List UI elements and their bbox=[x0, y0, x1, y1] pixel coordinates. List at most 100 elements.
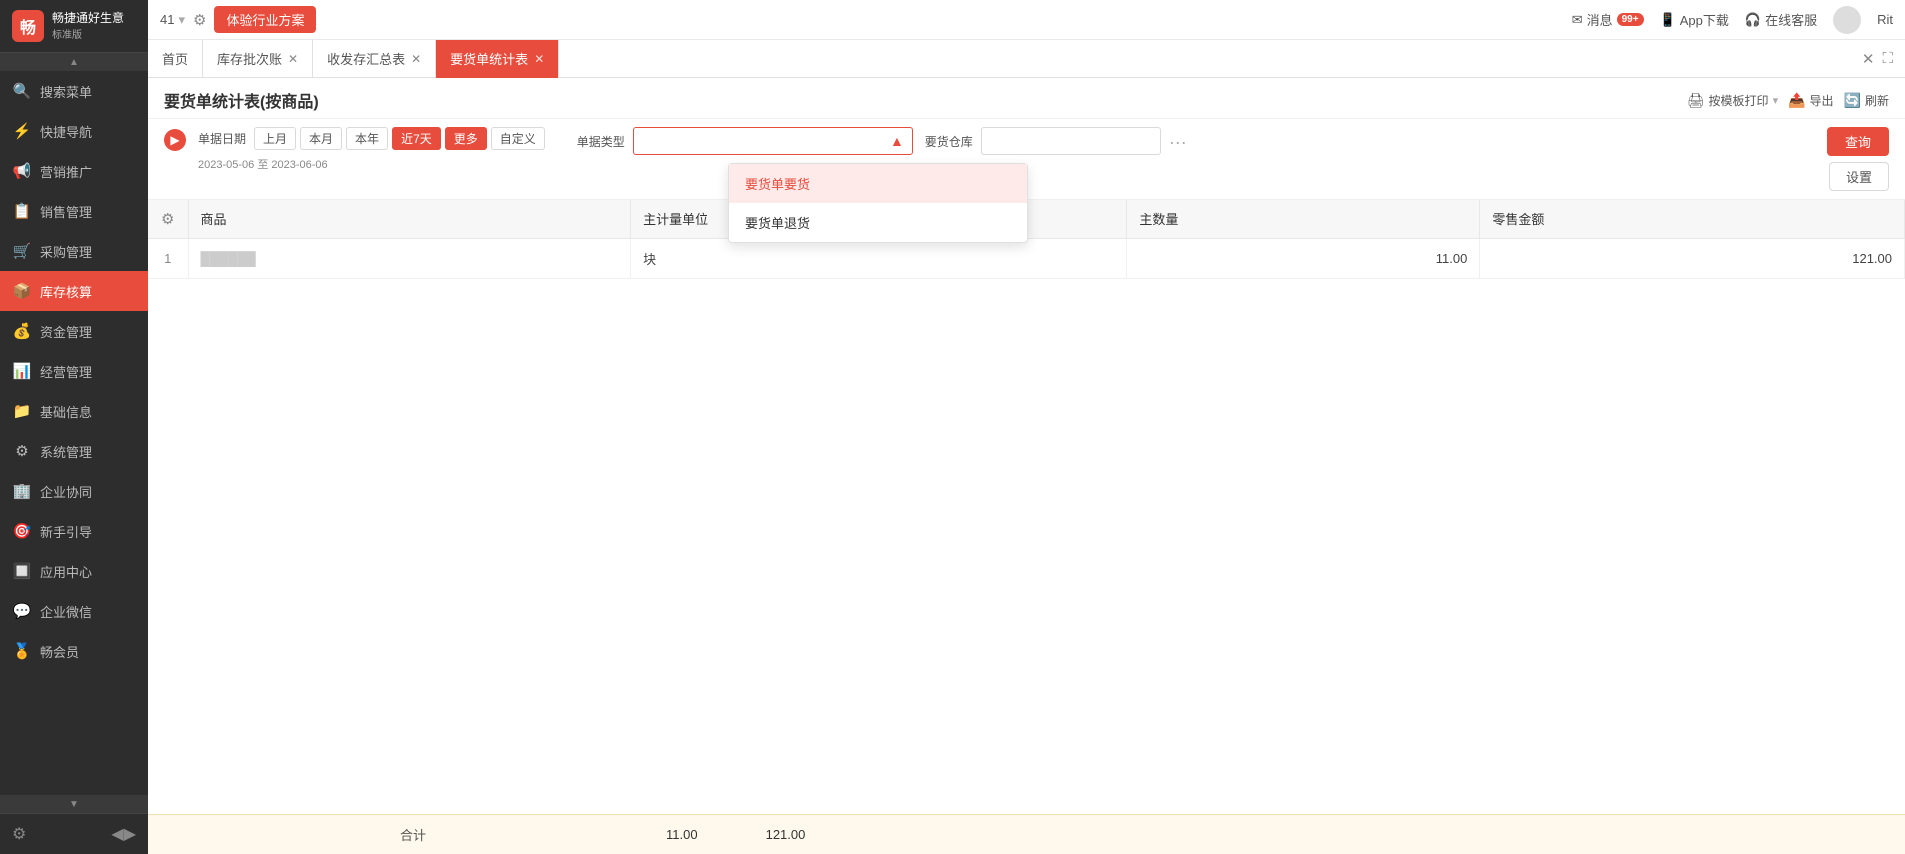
print-icon: 🖨 bbox=[1687, 92, 1705, 109]
refresh-label: 刷新 bbox=[1865, 92, 1889, 109]
shortcut-icon: ⚡ bbox=[12, 121, 32, 141]
store-selector[interactable]: 41 ▾ bbox=[160, 12, 185, 28]
dropdown-item-order-goods[interactable]: 要货单要货 bbox=[729, 164, 1027, 203]
tab-order-stat-label: 要货单统计表 bbox=[450, 49, 528, 68]
message-icon: ✉ bbox=[1572, 12, 1583, 28]
collapse-icon[interactable]: ◀▶ bbox=[111, 824, 136, 844]
sidebar-item-finance[interactable]: 💰 资金管理 bbox=[0, 311, 148, 351]
date-range-display: 2023-05-06 至 2023-06-06 bbox=[198, 156, 545, 172]
sidebar-scroll-up[interactable]: ▲ bbox=[0, 53, 148, 71]
service-icon: 🎧 bbox=[1745, 12, 1761, 28]
user-name: Rit bbox=[1877, 12, 1893, 27]
sidebar-label-basics: 基础信息 bbox=[40, 402, 92, 421]
message-label: 消息 bbox=[1587, 10, 1613, 29]
page-title: 要货单统计表(按商品) bbox=[164, 88, 319, 112]
topbar-right: ✉ 消息 99+ 📱 App下载 🎧 在线客服 Rit bbox=[1572, 6, 1893, 34]
sidebar-item-search[interactable]: 🔍 搜索菜单 bbox=[0, 71, 148, 111]
operations-icon: 📊 bbox=[12, 361, 32, 381]
cell-seq: 1 bbox=[148, 238, 188, 278]
tab-batch-label: 库存批次账 bbox=[217, 49, 282, 68]
type-filter-select[interactable]: ▲ bbox=[633, 127, 913, 155]
print-button[interactable]: 🖨 按模板打印 ▾ bbox=[1687, 92, 1778, 109]
sidebar-item-vip[interactable]: 🏅 畅会员 bbox=[0, 631, 148, 671]
date-buttons: 上月 本月 本年 近7天 更多 自定义 bbox=[254, 127, 545, 150]
store-number: 41 bbox=[160, 12, 174, 27]
footer-label: 合计 bbox=[400, 825, 426, 844]
export-button[interactable]: 📤 导出 bbox=[1788, 92, 1833, 109]
topbar-gear-icon[interactable]: ⚙ bbox=[193, 11, 206, 29]
tab-batch-close[interactable]: ✕ bbox=[288, 52, 298, 66]
date-btn-this-year[interactable]: 本年 bbox=[346, 127, 388, 150]
type-select-chevron-icon: ▲ bbox=[890, 133, 904, 149]
tab-expand-icon[interactable]: ⛶ bbox=[1878, 50, 1897, 67]
date-btn-this-month[interactable]: 本月 bbox=[300, 127, 342, 150]
tab-home[interactable]: 首页 bbox=[148, 40, 203, 78]
marketing-icon: 📢 bbox=[12, 161, 32, 181]
sidebar-label-app-center: 应用中心 bbox=[40, 562, 92, 581]
date-btn-more[interactable]: 更多 bbox=[445, 127, 487, 150]
date-btn-7days[interactable]: 近7天 bbox=[392, 127, 441, 150]
sidebar: 畅 畅捷通好生意 标准版 ▲ 🔍 搜索菜单 ⚡ 快捷导航 📢 营销推广 📋 销售… bbox=[0, 0, 148, 854]
page-actions: 🖨 按模板打印 ▾ 📤 导出 🔄 刷新 bbox=[1687, 92, 1889, 109]
query-button[interactable]: 查询 bbox=[1827, 127, 1889, 156]
sidebar-label-purchase: 采购管理 bbox=[40, 242, 92, 261]
th-settings[interactable]: ⚙ bbox=[148, 200, 188, 238]
refresh-button[interactable]: 🔄 刷新 bbox=[1844, 92, 1889, 109]
cell-qty: 11.00 bbox=[1127, 238, 1480, 278]
sidebar-item-guide[interactable]: 🎯 新手引导 bbox=[0, 511, 148, 551]
date-btn-custom[interactable]: 自定义 bbox=[491, 127, 545, 150]
cell-product: ██████ bbox=[188, 238, 631, 278]
tab-close-all-icon[interactable]: ✕ bbox=[1858, 50, 1879, 68]
sidebar-scroll-down[interactable]: ▼ bbox=[0, 795, 148, 813]
messages-button[interactable]: ✉ 消息 99+ bbox=[1572, 10, 1644, 29]
dropdown-item-order-return[interactable]: 要货单退货 bbox=[729, 203, 1027, 242]
date-btn-last-month[interactable]: 上月 bbox=[254, 127, 296, 150]
inventory-icon: 📦 bbox=[12, 281, 32, 301]
sidebar-item-wechat[interactable]: 💬 企业微信 bbox=[0, 591, 148, 631]
tab-order-stat[interactable]: 要货单统计表 ✕ bbox=[436, 40, 559, 78]
online-service-button[interactable]: 🎧 在线客服 bbox=[1745, 10, 1817, 29]
sidebar-item-basics[interactable]: 📁 基础信息 bbox=[0, 391, 148, 431]
warehouse-filter-more-icon[interactable]: ··· bbox=[1169, 132, 1187, 153]
print-label: 按模板打印 bbox=[1709, 92, 1769, 109]
sidebar-item-enterprise[interactable]: 🏢 企业协同 bbox=[0, 471, 148, 511]
tab-collect-close[interactable]: ✕ bbox=[411, 52, 421, 66]
tab-collect[interactable]: 收发存汇总表 ✕ bbox=[313, 40, 436, 78]
system-icon: ⚙ bbox=[12, 441, 32, 461]
sidebar-label-search: 搜索菜单 bbox=[40, 82, 92, 101]
sidebar-item-shortcut[interactable]: ⚡ 快捷导航 bbox=[0, 111, 148, 151]
tab-batch[interactable]: 库存批次账 ✕ bbox=[203, 40, 313, 78]
sidebar-item-sales[interactable]: 📋 销售管理 bbox=[0, 191, 148, 231]
sidebar-item-purchase[interactable]: 🛒 采购管理 bbox=[0, 231, 148, 271]
cell-unit: 块 bbox=[631, 238, 1127, 278]
user-avatar[interactable] bbox=[1833, 6, 1861, 34]
store-chevron-icon: ▾ bbox=[178, 12, 185, 28]
sidebar-logo: 畅 畅捷通好生意 标准版 bbox=[0, 0, 148, 53]
th-amount: 零售金额 bbox=[1480, 200, 1905, 238]
topbar: 41 ▾ ⚙ 体验行业方案 ✉ 消息 99+ 📱 App下载 🎧 在线客服 Ri… bbox=[148, 0, 1905, 40]
sidebar-item-operations[interactable]: 📊 经营管理 bbox=[0, 351, 148, 391]
warehouse-filter-label: 要货仓库 bbox=[925, 133, 973, 150]
sidebar-item-inventory[interactable]: 📦 库存核算 bbox=[0, 271, 148, 311]
main-area: 41 ▾ ⚙ 体验行业方案 ✉ 消息 99+ 📱 App下载 🎧 在线客服 Ri… bbox=[148, 0, 1905, 854]
industry-plan-button[interactable]: 体验行业方案 bbox=[214, 6, 316, 33]
settings-bottom-icon[interactable]: ⚙ bbox=[12, 824, 26, 844]
wechat-icon: 💬 bbox=[12, 601, 32, 621]
sidebar-label-finance: 资金管理 bbox=[40, 322, 92, 341]
app-download-label: App下载 bbox=[1680, 10, 1729, 29]
warehouse-filter-input[interactable] bbox=[981, 127, 1161, 155]
th-product: 商品 bbox=[188, 200, 631, 238]
filter-bar: ▶ 单据日期 上月 本月 本年 近7天 更多 自定义 2023-05-06 至 … bbox=[148, 118, 1905, 200]
sidebar-item-system[interactable]: ⚙ 系统管理 bbox=[0, 431, 148, 471]
filter-settings-button[interactable]: 设置 bbox=[1829, 162, 1889, 191]
filter-expand-button[interactable]: ▶ bbox=[164, 129, 186, 151]
sidebar-item-app-center[interactable]: 🔲 应用中心 bbox=[0, 551, 148, 591]
footer-total-qty: 11.00 bbox=[666, 827, 698, 842]
tab-order-stat-close[interactable]: ✕ bbox=[534, 52, 544, 66]
sidebar-label-system: 系统管理 bbox=[40, 442, 92, 461]
sidebar-item-marketing[interactable]: 📢 营销推广 bbox=[0, 151, 148, 191]
export-label: 导出 bbox=[1810, 92, 1834, 109]
app-download-button[interactable]: 📱 App下载 bbox=[1660, 10, 1729, 29]
column-settings-icon[interactable]: ⚙ bbox=[161, 211, 174, 228]
tabs-bar: 首页 库存批次账 ✕ 收发存汇总表 ✕ 要货单统计表 ✕ ✕ ⛶ bbox=[148, 40, 1905, 78]
